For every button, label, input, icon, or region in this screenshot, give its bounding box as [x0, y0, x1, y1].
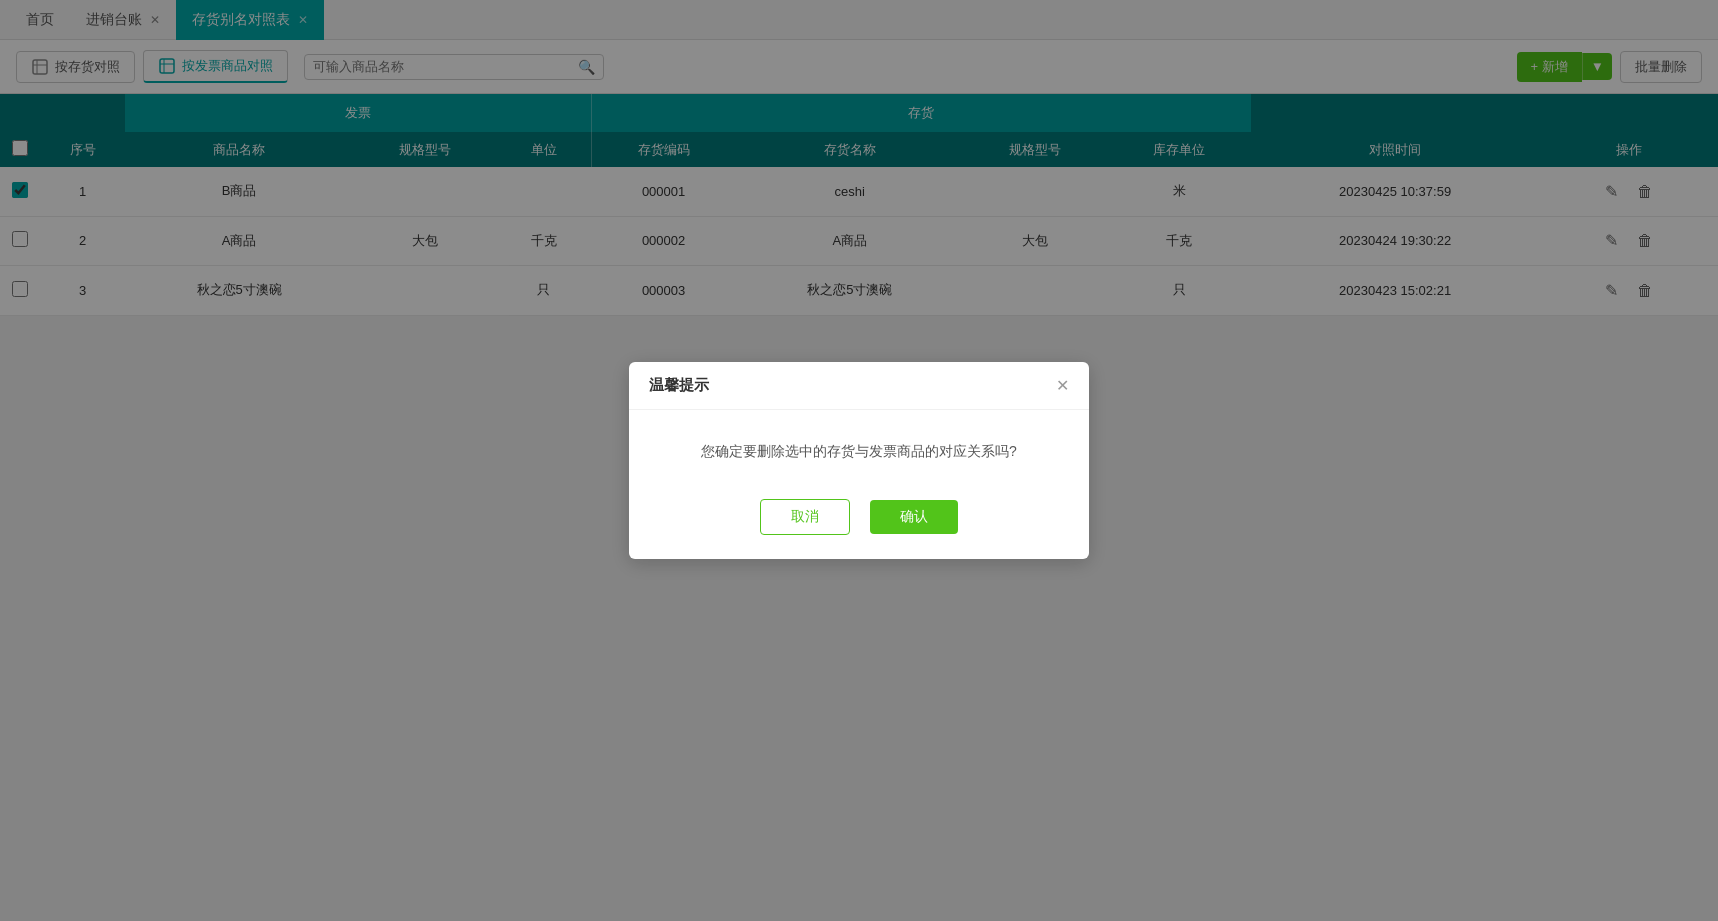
modal-overlay: 温馨提示 ✕ 您确定要删除选中的存货与发票商品的对应关系吗? 取消 确认	[0, 0, 1718, 316]
